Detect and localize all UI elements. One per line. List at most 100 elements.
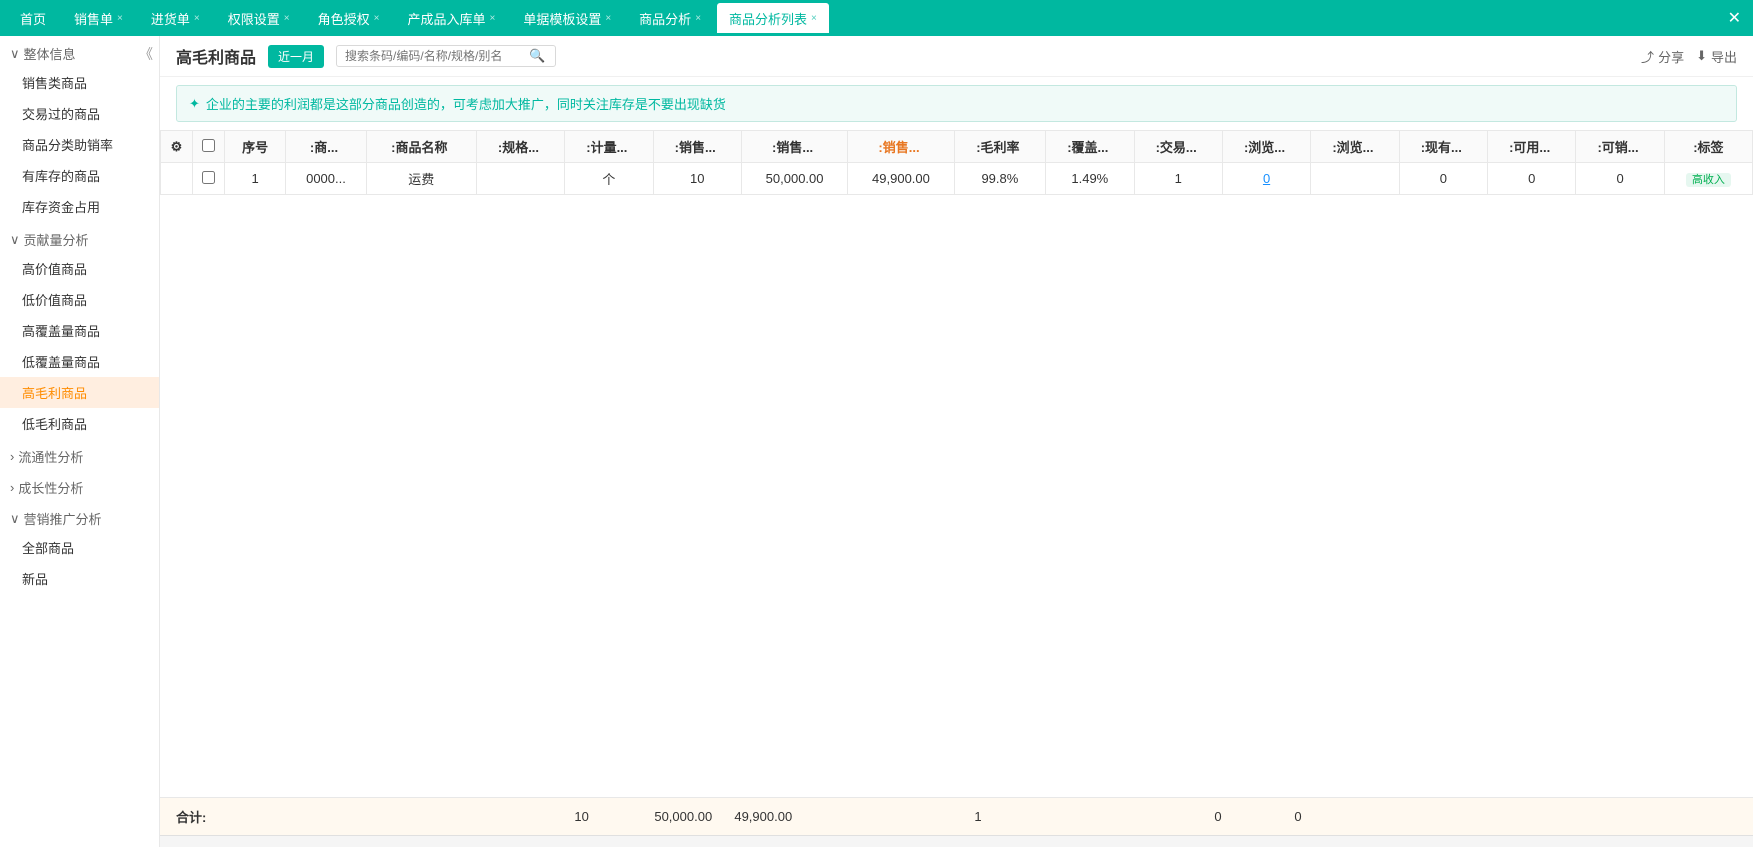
export-icon: ⬇ — [1696, 48, 1707, 64]
group-contribution-arrow: ∨ — [10, 232, 20, 248]
period-button[interactable]: 近一月 — [268, 45, 324, 68]
sidebar-item-sales-goods[interactable]: 销售类商品 — [0, 67, 159, 98]
tab-home[interactable]: 首页 — [8, 3, 58, 33]
cell-index: 1 — [225, 163, 286, 195]
sidebar-item-low-coverage-label: 低覆盖量商品 — [22, 355, 100, 370]
col-sale-count[interactable]: :销售... — [653, 131, 741, 163]
col-spec[interactable]: :规格... — [476, 131, 564, 163]
sidebar: 《 ∨ 整体信息 销售类商品 交易过的商品 商品分类助销率 有库存的商品 库存资… — [0, 36, 160, 847]
col-sale-amount[interactable]: :销售... — [741, 131, 847, 163]
horizontal-scrollbar[interactable] — [160, 835, 1753, 847]
sidebar-item-traded-goods[interactable]: 交易过的商品 — [0, 98, 159, 129]
col-settings[interactable]: ⚙ — [161, 131, 193, 163]
tab-permission-settings[interactable]: 权限设置 × — [216, 3, 302, 33]
close-template-icon[interactable]: × — [605, 13, 611, 24]
footer-totals: 合计: 10 50,000.00 49,900.00 1 0 0 — [160, 797, 1753, 835]
sidebar-item-stock-capital[interactable]: 库存资金占用 — [0, 191, 159, 222]
export-button[interactable]: ⬇ 导出 — [1696, 47, 1737, 66]
close-role-auth-icon[interactable]: × — [374, 13, 380, 24]
col-sellable[interactable]: :可销... — [1576, 131, 1664, 163]
col-gross-margin[interactable]: :毛利率 — [954, 131, 1045, 163]
main-layout: 《 ∨ 整体信息 销售类商品 交易过的商品 商品分类助销率 有库存的商品 库存资… — [0, 36, 1753, 847]
col-available[interactable]: :可用... — [1488, 131, 1576, 163]
cell-gross-margin: 99.8% — [954, 163, 1045, 195]
sidebar-group-overall[interactable]: ∨ 整体信息 — [0, 36, 159, 67]
close-all-tabs-button[interactable]: ✕ — [1724, 4, 1745, 32]
col-current-stock[interactable]: :现有... — [1399, 131, 1487, 163]
sidebar-item-in-stock-goods[interactable]: 有库存的商品 — [0, 160, 159, 191]
cell-sale-amount: 50,000.00 — [741, 163, 847, 195]
sidebar-group-marketing[interactable]: ∨ 营销推广分析 — [0, 501, 159, 532]
tab-purchase-order-label: 进货单 — [151, 9, 190, 28]
info-banner: ✦ 企业的主要的利润都是这部分商品创造的，可考虑加大推广，同时关注库存是不要出现… — [176, 85, 1737, 122]
sidebar-item-new-goods-label: 新品 — [22, 572, 48, 587]
cell-view1[interactable]: 0 — [1222, 163, 1310, 195]
col-name[interactable]: :商品名称 — [366, 131, 476, 163]
col-sale-profit[interactable]: :销售... — [848, 131, 954, 163]
close-product-analysis-list-icon[interactable]: × — [811, 13, 817, 24]
search-icon[interactable]: 🔍 — [529, 48, 545, 64]
group-overall-label: 整体信息 — [24, 44, 76, 63]
close-product-inbound-icon[interactable]: × — [489, 13, 495, 24]
page-title: 高毛利商品 — [176, 44, 256, 68]
col-view2[interactable]: :浏览... — [1311, 131, 1399, 163]
tab-role-auth-label: 角色授权 — [318, 9, 370, 28]
tab-purchase-order[interactable]: 进货单 × — [139, 3, 212, 33]
group-growth-label: 成长性分析 — [18, 478, 83, 497]
col-checkbox — [193, 131, 225, 163]
sidebar-item-high-coverage[interactable]: 高覆盖量商品 — [0, 315, 159, 346]
tab-template-settings[interactable]: 单据模板设置 × — [511, 3, 623, 33]
tab-sales-order[interactable]: 销售单 × — [62, 3, 135, 33]
sidebar-collapse-button[interactable]: 《 — [139, 44, 153, 64]
tab-product-analysis-list-label: 商品分析列表 — [729, 9, 807, 28]
footer-current-stock: 0 — [1206, 809, 1286, 824]
tab-product-analysis-label: 商品分析 — [639, 9, 691, 28]
sidebar-item-high-margin-label: 高毛利商品 — [22, 386, 87, 401]
sidebar-item-high-value[interactable]: 高价值商品 — [0, 253, 159, 284]
table-container[interactable]: ⚙ 序号 :商... :商品名称 :规格... :计量... :销售... :销… — [160, 130, 1753, 797]
col-index: 序号 — [225, 131, 286, 163]
close-permission-icon[interactable]: × — [284, 13, 290, 24]
sidebar-group-contribution[interactable]: ∨ 贡献量分析 — [0, 222, 159, 253]
group-growth-arrow: › — [10, 480, 14, 495]
share-button[interactable]: ⤴ 分享 — [1641, 47, 1684, 66]
header-actions: ⤴ 分享 ⬇ 导出 — [1641, 47, 1737, 66]
tab-role-auth[interactable]: 角色授权 × — [306, 3, 392, 33]
sidebar-group-growth[interactable]: › 成长性分析 — [0, 470, 159, 501]
info-text: 企业的主要的利润都是这部分商品创造的，可考虑加大推广，同时关注库存是不要出现缺货 — [206, 94, 726, 113]
col-coverage[interactable]: :覆盖... — [1046, 131, 1134, 163]
sidebar-item-high-margin[interactable]: 高毛利商品 — [0, 377, 159, 408]
tab-product-analysis-list[interactable]: 商品分析列表 × — [717, 3, 829, 33]
tab-product-analysis[interactable]: 商品分析 × — [627, 3, 713, 33]
content-area: 高毛利商品 近一月 🔍 ⤴ 分享 ⬇ 导出 ✦ 企业的主要的利润都是这部分商品创… — [160, 36, 1753, 847]
info-icon: ✦ — [189, 96, 200, 112]
cell-settings — [161, 163, 193, 195]
cell-transaction: 1 — [1134, 163, 1222, 195]
sidebar-item-all-goods-label: 全部商品 — [22, 541, 74, 556]
tab-product-inbound[interactable]: 产成品入库单 × — [395, 3, 507, 33]
group-liquidity-label: 流通性分析 — [18, 447, 83, 466]
sidebar-item-sales-goods-label: 销售类商品 — [22, 76, 87, 91]
table-row: 1 0000... 运费 个 10 50,000.00 49,900.00 99… — [161, 163, 1753, 195]
close-purchase-order-icon[interactable]: × — [194, 13, 200, 24]
col-unit[interactable]: :计量... — [565, 131, 653, 163]
col-view1[interactable]: :浏览... — [1222, 131, 1310, 163]
sidebar-item-category-rate[interactable]: 商品分类助销率 — [0, 129, 159, 160]
sidebar-item-low-margin[interactable]: 低毛利商品 — [0, 408, 159, 439]
close-sales-order-icon[interactable]: × — [117, 13, 123, 24]
sidebar-group-liquidity[interactable]: › 流通性分析 — [0, 439, 159, 470]
sidebar-item-low-coverage[interactable]: 低覆盖量商品 — [0, 346, 159, 377]
row-checkbox[interactable] — [202, 171, 215, 184]
table-header-row: ⚙ 序号 :商... :商品名称 :规格... :计量... :销售... :销… — [161, 131, 1753, 163]
close-product-analysis-icon[interactable]: × — [695, 13, 701, 24]
col-transaction[interactable]: :交易... — [1134, 131, 1222, 163]
col-tag[interactable]: :标签 — [1664, 131, 1752, 163]
sidebar-item-all-goods[interactable]: 全部商品 — [0, 532, 159, 563]
search-input[interactable] — [345, 49, 525, 63]
cell-tag: 高收入 — [1664, 163, 1752, 195]
sidebar-item-low-value[interactable]: 低价值商品 — [0, 284, 159, 315]
footer-sale-count: 10 — [566, 809, 646, 824]
select-all-checkbox[interactable] — [202, 139, 215, 152]
col-code[interactable]: :商... — [286, 131, 367, 163]
sidebar-item-new-goods[interactable]: 新品 — [0, 563, 159, 594]
